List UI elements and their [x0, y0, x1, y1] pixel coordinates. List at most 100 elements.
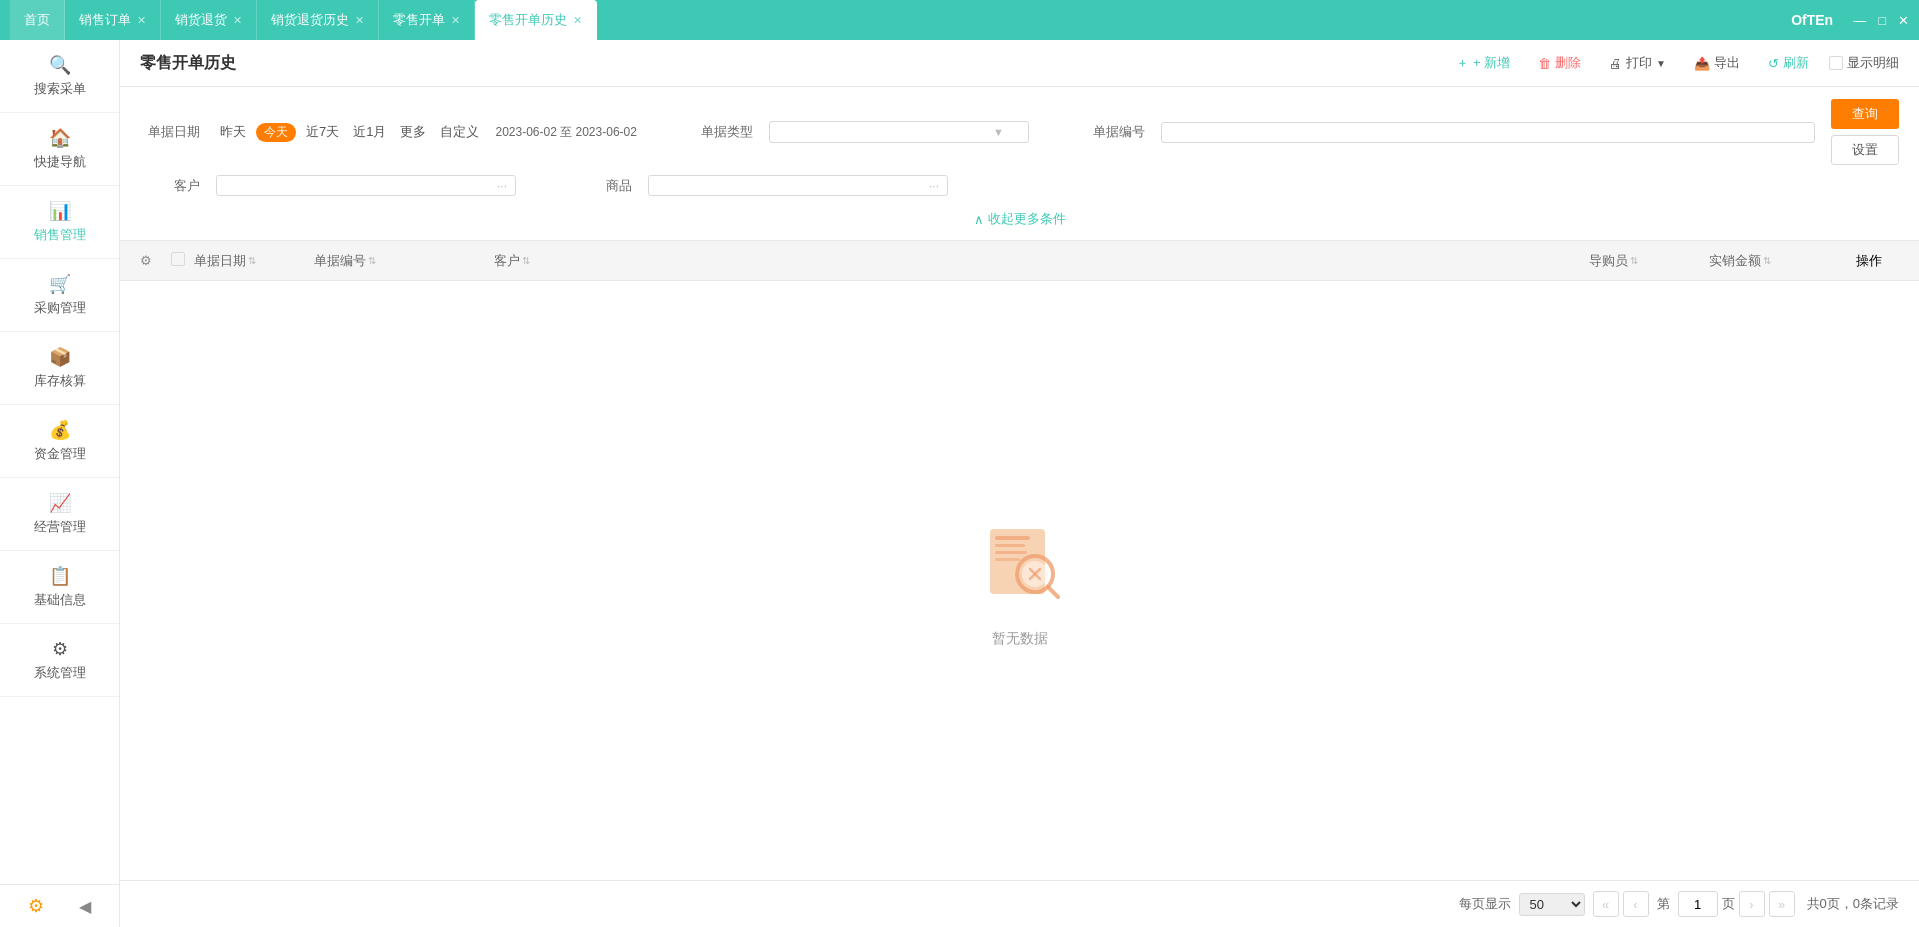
delete-label: 删除 [1555, 54, 1581, 72]
sidebar-item-sales[interactable]: 📊 销售管理 [0, 186, 119, 259]
tab-sales-return-history-close[interactable]: ✕ [355, 14, 364, 27]
tab-sales-order-close[interactable]: ✕ [137, 14, 146, 27]
operation-icon: 📈 [49, 492, 71, 514]
col-guide-sort-icon: ⇅ [1630, 255, 1638, 266]
col-amount-header[interactable]: 实销金额 ⇅ [1709, 252, 1829, 270]
page-title: 零售开单历史 [140, 53, 236, 74]
sidebar-item-nav[interactable]: 🏠 快捷导航 [0, 113, 119, 186]
col-number-sort-icon: ⇅ [368, 255, 376, 266]
date-7days[interactable]: 近7天 [302, 121, 343, 143]
col-date-header[interactable]: 单据日期 ⇅ [194, 252, 314, 270]
add-button[interactable]: ＋ + 新增 [1448, 50, 1518, 76]
total-info: 共0页，0条记录 [1807, 895, 1899, 913]
sidebar-item-purchase[interactable]: 🛒 采购管理 [0, 259, 119, 332]
sidebar-item-system[interactable]: ⚙ 系统管理 [0, 624, 119, 697]
svg-rect-4 [995, 558, 1020, 561]
collapse-button[interactable]: ∧ 收起更多条件 [974, 210, 1066, 228]
prev-page-button[interactable]: ‹ [1623, 891, 1649, 917]
export-button[interactable]: 📤 导出 [1686, 50, 1748, 76]
add-label: + 新增 [1473, 54, 1510, 72]
filter-row-2: 客户 ··· 商品 ··· [140, 175, 1899, 196]
type-filter-select[interactable]: ▼ [769, 121, 1029, 143]
date-today[interactable]: 今天 [256, 123, 296, 142]
sidebar-item-sales-label: 销售管理 [34, 226, 86, 244]
goods-filter-input[interactable]: ··· [648, 175, 948, 196]
filter-area: 单据日期 昨天 今天 近7天 近1月 更多 自定义 2023-06-02 至 2… [120, 87, 1919, 241]
empty-svg-icon [970, 514, 1070, 614]
date-custom[interactable]: 自定义 [436, 121, 483, 143]
tab-sales-order[interactable]: 销售订单 ✕ [65, 0, 161, 40]
basic-icon: 📋 [49, 565, 71, 587]
sidebar-item-finance[interactable]: 💰 资金管理 [0, 405, 119, 478]
date-yesterday[interactable]: 昨天 [216, 121, 250, 143]
settings-button[interactable]: 设置 [1831, 135, 1899, 165]
sidebar-item-search[interactable]: 🔍 搜索采单 [0, 40, 119, 113]
tab-sales-return-close[interactable]: ✕ [233, 14, 242, 27]
tab-sales-return-history[interactable]: 销货退货历史 ✕ [257, 0, 379, 40]
first-page-button[interactable]: « [1593, 891, 1619, 917]
tab-retail-open-history-close[interactable]: ✕ [573, 14, 582, 27]
filter-row-1: 单据日期 昨天 今天 近7天 近1月 更多 自定义 2023-06-02 至 2… [140, 99, 1899, 165]
query-button[interactable]: 查询 [1831, 99, 1899, 129]
date-more[interactable]: 更多 [396, 121, 430, 143]
display-checkbox[interactable] [1829, 56, 1843, 70]
page-nav: « ‹ 第 页 › » 共0页，0条记录 [1593, 891, 1899, 917]
col-number-header[interactable]: 单据编号 ⇅ [314, 252, 494, 270]
date-1month[interactable]: 近1月 [349, 121, 390, 143]
table-header: ⚙ 单据日期 ⇅ 单据编号 ⇅ 客户 ⇅ 导购员 ⇅ [120, 241, 1919, 281]
col-customer-header[interactable]: 客户 ⇅ [494, 252, 1589, 270]
empty-illustration [970, 514, 1070, 614]
minimize-button[interactable]: — [1853, 13, 1866, 28]
column-settings-icon[interactable]: ⚙ [130, 253, 162, 268]
goods-input-field[interactable] [657, 178, 929, 193]
tab-retail-open-history[interactable]: 零售开单历史 ✕ [475, 0, 597, 40]
number-input-field[interactable] [1170, 125, 1806, 140]
col-customer-label: 客户 [494, 252, 520, 270]
sidebar-collapse-icon[interactable]: ◀ [79, 897, 91, 916]
select-all-checkbox[interactable] [171, 252, 185, 266]
sales-icon: 📊 [49, 200, 71, 222]
page-header: 零售开单历史 ＋ + 新增 🗑 删除 🖨 打印 ▼ 📤 导出 [120, 40, 1919, 87]
tab-retail-open-close[interactable]: ✕ [451, 14, 460, 27]
tab-retail-open[interactable]: 零售开单 ✕ [379, 0, 475, 40]
customer-filter-input[interactable]: ··· [216, 175, 516, 196]
svg-rect-1 [995, 536, 1030, 540]
page-number-input[interactable] [1678, 891, 1718, 917]
next-page-button[interactable]: › [1739, 891, 1765, 917]
sidebar-item-inventory[interactable]: 📦 库存核算 [0, 332, 119, 405]
page-size-select[interactable]: 10 20 50 100 [1519, 893, 1585, 916]
header-checkbox[interactable] [162, 252, 194, 269]
tab-home[interactable]: 首页 [10, 0, 65, 40]
col-guide-header[interactable]: 导购员 ⇅ [1589, 252, 1709, 270]
refresh-button[interactable]: ↺ 刷新 [1760, 50, 1817, 76]
collapse-label: 收起更多条件 [988, 210, 1066, 228]
close-button[interactable]: ✕ [1898, 13, 1909, 28]
sidebar-settings-icon[interactable]: ⚙ [28, 895, 44, 917]
tab-sales-order-label: 销售订单 [79, 11, 131, 29]
print-button[interactable]: 🖨 打印 ▼ [1601, 50, 1674, 76]
finance-icon: 💰 [49, 419, 71, 441]
sidebar-item-purchase-label: 采购管理 [34, 299, 86, 317]
sidebar-item-nav-label: 快捷导航 [34, 153, 86, 171]
tab-sales-return-history-label: 销货退货历史 [271, 11, 349, 29]
customer-input-field[interactable] [225, 178, 497, 193]
col-date-label: 单据日期 [194, 252, 246, 270]
goods-ellipsis-icon[interactable]: ··· [929, 179, 939, 193]
display-checkbox-area[interactable]: 显示明细 [1829, 54, 1899, 72]
pagination: 每页显示 10 20 50 100 « ‹ 第 页 › » 共0页，0条记录 [120, 880, 1919, 927]
number-filter-input[interactable] [1161, 122, 1815, 143]
table-area: ⚙ 单据日期 ⇅ 单据编号 ⇅ 客户 ⇅ 导购员 ⇅ [120, 241, 1919, 880]
maximize-button[interactable]: □ [1878, 13, 1886, 28]
sidebar-item-operation[interactable]: 📈 经营管理 [0, 478, 119, 551]
svg-rect-2 [995, 544, 1025, 547]
purchase-icon: 🛒 [49, 273, 71, 295]
sidebar-item-basic[interactable]: 📋 基础信息 [0, 551, 119, 624]
delete-button[interactable]: 🗑 删除 [1530, 50, 1589, 76]
display-label: 显示明细 [1847, 54, 1899, 72]
customer-ellipsis-icon[interactable]: ··· [497, 179, 507, 193]
col-customer-sort-icon: ⇅ [522, 255, 530, 266]
last-page-button[interactable]: » [1769, 891, 1795, 917]
page-label-prefix: 第 [1657, 895, 1670, 913]
tab-sales-return[interactable]: 销货退货 ✕ [161, 0, 257, 40]
date-range-display: 2023-06-02 至 2023-06-02 [495, 124, 636, 141]
